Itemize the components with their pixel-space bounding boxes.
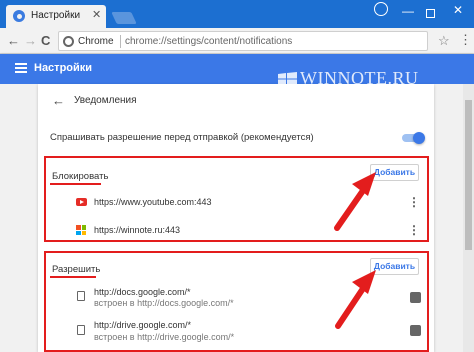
annotation-arrow-allow [335,270,376,329]
annotation-arrow-block [334,172,376,231]
annotation-arrows [334,172,376,329]
